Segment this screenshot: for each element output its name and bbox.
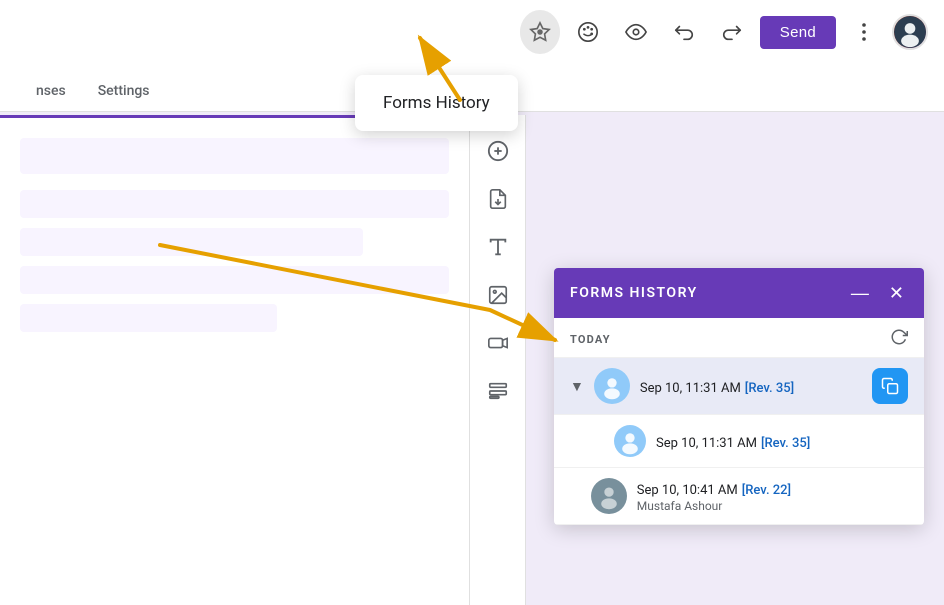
form-line <box>20 228 363 256</box>
video-button[interactable] <box>478 323 518 363</box>
history-minimize-button[interactable]: — <box>847 282 873 304</box>
history-item-2-info: Sep 10, 10:41 AM [Rev. 22] Mustafa Ashou… <box>637 479 908 513</box>
add-element-button[interactable] <box>478 131 518 171</box>
history-item-2-name: Mustafa Ashour <box>637 499 908 513</box>
more-options-button[interactable] <box>844 12 884 52</box>
import-button[interactable] <box>478 179 518 219</box>
history-item-1-rev-tag: [Rev. 35] <box>745 381 794 396</box>
section-button[interactable] <box>478 371 518 411</box>
history-item-2[interactable]: ▶ Sep 10, 10:41 AM [Rev. 22] Mustafa Ash… <box>554 468 924 525</box>
form-content <box>0 118 469 362</box>
image-button[interactable] <box>478 275 518 315</box>
send-button[interactable]: Send <box>760 16 836 49</box>
form-line <box>20 266 449 294</box>
form-line <box>20 190 449 218</box>
history-subitem-1-avatar <box>614 425 646 457</box>
history-today-label: TODAY <box>570 333 611 346</box>
history-item-1-expand[interactable]: ▼ <box>570 378 584 395</box>
history-item-2-time: Sep 10, 10:41 AM <box>637 483 738 498</box>
history-subitem-1[interactable]: Sep 10, 11:31 AM [Rev. 35] <box>554 415 924 468</box>
forms-history-tooltip: Forms History <box>355 75 518 131</box>
user-avatar[interactable] <box>892 14 928 50</box>
history-item-1[interactable]: ▼ Sep 10, 11:31 AM [Rev. 35] <box>554 358 924 415</box>
history-subitem-1-time: Sep 10, 11:31 AM <box>656 436 757 451</box>
history-panel-title: FORMS HISTORY <box>570 285 698 301</box>
toolbar: Send <box>0 0 944 64</box>
history-panel: FORMS HISTORY — ✕ TODAY ▼ Sep 10, 11:31 … <box>554 268 924 525</box>
form-line <box>20 304 277 332</box>
history-item-2-avatar <box>591 478 627 514</box>
theme-button[interactable] <box>568 12 608 52</box>
form-line <box>20 138 449 174</box>
history-close-button[interactable]: ✕ <box>885 282 908 304</box>
history-subitem-1-rev-tag: [Rev. 35] <box>761 436 810 451</box>
history-refresh-button[interactable] <box>890 328 908 351</box>
tooltip-text: Forms History <box>383 93 490 113</box>
redo-button[interactable] <box>712 12 752 52</box>
history-panel-header: FORMS HISTORY — ✕ <box>554 268 924 318</box>
icons-sidebar <box>470 115 526 605</box>
undo-button[interactable] <box>664 12 704 52</box>
history-header-actions: — ✕ <box>847 282 908 304</box>
tab-settings[interactable]: Settings <box>82 71 166 111</box>
text-button[interactable] <box>478 227 518 267</box>
main-content <box>0 115 470 605</box>
history-item-1-avatar <box>594 368 630 404</box>
history-today-section: TODAY <box>554 318 924 358</box>
history-item-2-rev-tag: [Rev. 22] <box>742 483 791 498</box>
tab-responses[interactable]: nses <box>20 71 82 111</box>
history-item-1-info: Sep 10, 11:31 AM [Rev. 35] <box>640 377 862 396</box>
forms-history-button[interactable] <box>520 12 560 52</box>
history-subitem-1-info: Sep 10, 11:31 AM [Rev. 35] <box>656 432 908 451</box>
history-item-1-copy-button[interactable] <box>872 368 908 404</box>
preview-button[interactable] <box>616 12 656 52</box>
history-item-1-time: Sep 10, 11:31 AM <box>640 381 741 396</box>
